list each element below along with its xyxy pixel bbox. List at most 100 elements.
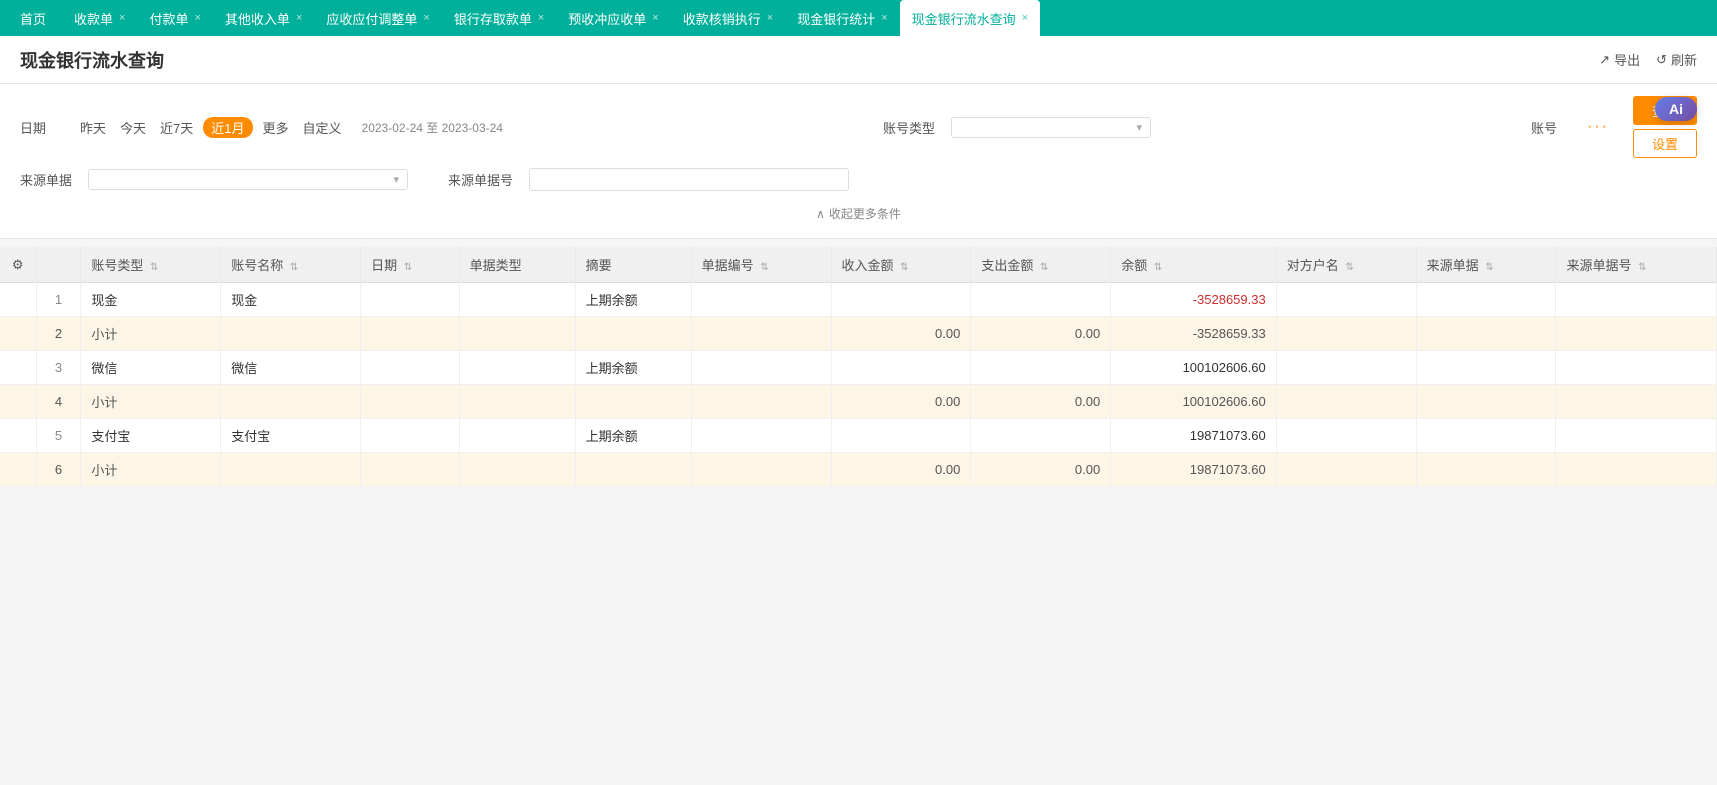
cell-source-doc-no (1556, 283, 1717, 317)
export-button[interactable]: ↗ 导出 (1599, 50, 1640, 69)
shortcut-1month[interactable]: 近1月 (203, 117, 252, 138)
col-expense[interactable]: 支出金额 ⇅ (971, 247, 1111, 283)
account-type-label: 账号类型 (883, 118, 935, 137)
col-index (36, 247, 81, 283)
cell-source-doc (1416, 351, 1556, 385)
cell-index: 2 (36, 317, 81, 351)
cell-account-type: 微信 (81, 351, 221, 385)
nav-receipt[interactable]: 收款单 × (62, 0, 137, 36)
nav-receipt-verify-close[interactable]: × (767, 12, 773, 24)
cell-doc-no (691, 419, 831, 453)
nav-ar-ap-close[interactable]: × (423, 12, 429, 24)
collapse-bar[interactable]: ∧ 收起更多条件 (20, 201, 1697, 226)
table-header-row: ⚙ 账号类型 ⇅ 账号名称 ⇅ 日期 ⇅ 单据类型 摘要 单据编号 ⇅ 收入金额… (0, 247, 1717, 283)
nav-payment-close[interactable]: × (194, 12, 200, 24)
nav-receipt-close[interactable]: × (119, 12, 125, 24)
nav-other-income-close[interactable]: × (296, 12, 302, 24)
nav-other-income[interactable]: 其他收入单 × (213, 0, 314, 36)
cell-summary: 上期余额 (575, 283, 691, 317)
cell-gear (0, 385, 36, 419)
col-balance[interactable]: 余额 ⇅ (1111, 247, 1277, 283)
shortcut-today[interactable]: 今天 (116, 117, 150, 138)
cell-gear (0, 453, 36, 487)
cell-account-type: 小计 (81, 317, 221, 351)
data-table: ⚙ 账号类型 ⇅ 账号名称 ⇅ 日期 ⇅ 单据类型 摘要 单据编号 ⇅ 收入金额… (0, 247, 1717, 487)
shortcut-more[interactable]: 更多 (259, 117, 293, 138)
source-doc-no-input[interactable] (529, 168, 849, 191)
cell-summary (575, 453, 691, 487)
cell-account-name (221, 317, 361, 351)
nav-prepay-close[interactable]: × (652, 12, 658, 24)
col-income[interactable]: 收入金额 ⇅ (831, 247, 971, 283)
cell-gear (0, 283, 36, 317)
cell-balance: 19871073.60 (1111, 419, 1277, 453)
col-source-doc-no[interactable]: 来源单据号 ⇅ (1556, 247, 1717, 283)
cell-source-doc (1416, 385, 1556, 419)
table-row: 4 小计 0.00 0.00 100102606.60 (0, 385, 1717, 419)
col-doc-no[interactable]: 单据编号 ⇅ (691, 247, 831, 283)
source-doc-no-label: 来源单据号 (448, 170, 513, 189)
cell-source-doc (1416, 419, 1556, 453)
cell-doc-type (459, 419, 575, 453)
col-account-type[interactable]: 账号类型 ⇅ (81, 247, 221, 283)
cell-index: 1 (36, 283, 81, 317)
cell-source-doc-no (1556, 317, 1717, 351)
cell-source-doc-no (1556, 453, 1717, 487)
page-header: 现金银行流水查询 ↗ 导出 ↺ 刷新 (0, 36, 1717, 84)
nav-payment[interactable]: 付款单 × (137, 0, 212, 36)
cell-summary (575, 317, 691, 351)
cell-counterpart (1276, 283, 1416, 317)
cell-account-type: 小计 (81, 385, 221, 419)
account-dots-button[interactable]: ··· (1587, 118, 1609, 136)
cell-income (831, 283, 971, 317)
cell-expense: 0.00 (971, 385, 1111, 419)
nav-ar-ap-adjust[interactable]: 应收应付调整单 × (314, 0, 441, 36)
cell-balance: 19871073.60 (1111, 453, 1277, 487)
cell-gear (0, 351, 36, 385)
cell-counterpart (1276, 317, 1416, 351)
nav-cash-bank-flow[interactable]: 现金银行流水查询 × (900, 0, 1040, 36)
cell-summary: 上期余额 (575, 351, 691, 385)
nav-cash-bank-stat-close[interactable]: × (881, 12, 887, 24)
nav-cash-bank-stat[interactable]: 现金银行统计 × (785, 0, 899, 36)
cell-account-type: 现金 (81, 283, 221, 317)
col-date[interactable]: 日期 ⇅ (361, 247, 460, 283)
cell-account-name: 现金 (221, 283, 361, 317)
cell-source-doc (1416, 453, 1556, 487)
shortcut-custom[interactable]: 自定义 (299, 117, 346, 138)
nav-cash-bank-flow-label: 现金银行流水查询 (912, 9, 1016, 28)
table-container: ⚙ 账号类型 ⇅ 账号名称 ⇅ 日期 ⇅ 单据类型 摘要 单据编号 ⇅ 收入金额… (0, 247, 1717, 487)
cell-doc-type (459, 317, 575, 351)
nav-bank-deposit-close[interactable]: × (538, 12, 544, 24)
nav-prepay-offset[interactable]: 预收冲应收单 × (556, 0, 670, 36)
account-label: 账号 (1531, 118, 1571, 137)
nav-payment-label: 付款单 (149, 9, 188, 28)
col-gear[interactable]: ⚙ (0, 247, 36, 283)
cell-income (831, 351, 971, 385)
shortcut-yesterday[interactable]: 昨天 (76, 117, 110, 138)
account-type-select[interactable]: ▾ (951, 117, 1151, 138)
cell-date (361, 351, 460, 385)
ai-button[interactable]: Ai (1655, 97, 1697, 121)
date-shortcuts: 昨天 今天 近7天 近1月 更多 自定义 (76, 117, 346, 138)
filter-row-2: 来源单据 ▾ 来源单据号 (20, 168, 1697, 191)
refresh-button[interactable]: ↺ 刷新 (1656, 50, 1697, 69)
cell-expense: 0.00 (971, 317, 1111, 351)
nav-home[interactable]: 首页 (4, 0, 62, 36)
col-counterpart[interactable]: 对方户名 ⇅ (1276, 247, 1416, 283)
col-summary: 摘要 (575, 247, 691, 283)
cell-doc-no (691, 351, 831, 385)
nav-bank-deposit[interactable]: 银行存取款单 × (442, 0, 556, 36)
cell-expense: 0.00 (971, 453, 1111, 487)
nav-receipt-verify[interactable]: 收款核销执行 × (671, 0, 785, 36)
cell-income: 0.00 (831, 385, 971, 419)
nav-cash-bank-flow-close[interactable]: × (1022, 12, 1028, 24)
source-doc-select[interactable]: ▾ (88, 169, 408, 190)
col-source-doc[interactable]: 来源单据 ⇅ (1416, 247, 1556, 283)
shortcut-7days[interactable]: 近7天 (156, 117, 197, 138)
settings-button[interactable]: 设置 (1633, 129, 1697, 158)
cell-doc-type (459, 453, 575, 487)
cell-balance: 100102606.60 (1111, 351, 1277, 385)
cell-account-name: 支付宝 (221, 419, 361, 453)
col-account-name[interactable]: 账号名称 ⇅ (221, 247, 361, 283)
